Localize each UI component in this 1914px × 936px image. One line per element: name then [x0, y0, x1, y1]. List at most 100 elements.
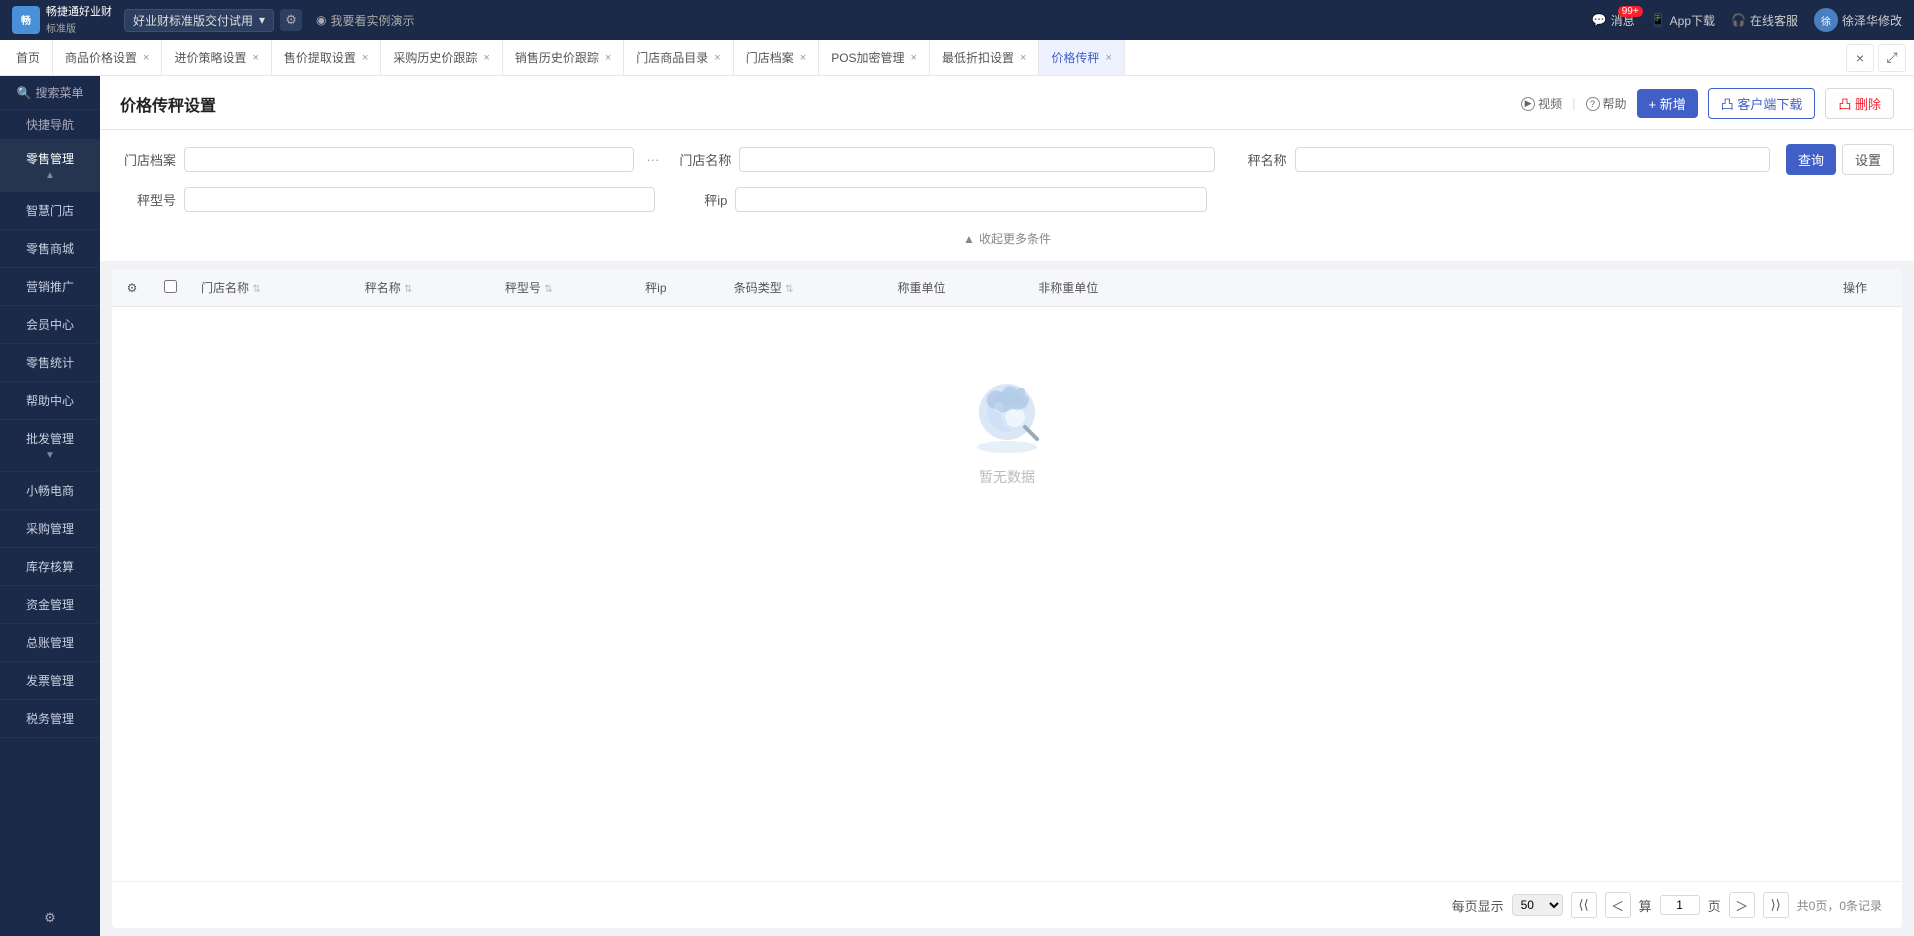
settings-button[interactable]: 设置: [1842, 144, 1894, 175]
scale-name-input[interactable]: [1295, 147, 1770, 172]
tab-store-catalog[interactable]: 门店商品目录 ×: [624, 40, 733, 76]
sidebar-item-purchase[interactable]: 采购管理: [0, 510, 100, 548]
tab-store-catalog-close[interactable]: ×: [714, 52, 720, 64]
tab-price-scale[interactable]: 价格传秤 ×: [1039, 40, 1124, 76]
store-file-label: 门店档案: [120, 150, 176, 169]
sidebar-shortcut[interactable]: 快捷导航: [0, 110, 100, 140]
version-select[interactable]: 好业财标准版交付试用 ▾: [124, 9, 274, 32]
tab-sale-extract[interactable]: 售价提取设置 ×: [272, 40, 381, 76]
tab-pos-management[interactable]: POS加密管理 ×: [819, 40, 930, 76]
store-name-input[interactable]: [739, 147, 1214, 172]
store-name-label: 门店名称: [675, 150, 731, 169]
help-link[interactable]: ? 帮助: [1586, 95, 1627, 112]
th-settings[interactable]: ⚙: [112, 269, 152, 307]
scale-model-input[interactable]: [184, 187, 655, 212]
download-button[interactable]: 凸 客户端下载: [1708, 88, 1816, 119]
online-service-button[interactable]: 🎧 在线客服: [1731, 12, 1798, 29]
search-icon: 🔍: [17, 86, 32, 100]
tab-purchase-strategy[interactable]: 进价策略设置 ×: [162, 40, 271, 76]
sidebar-item-tax[interactable]: 税务管理: [0, 700, 100, 738]
tab-min-discount-close[interactable]: ×: [1020, 52, 1026, 64]
th-operations: 操作: [1808, 269, 1902, 307]
sidebar-item-general-ledger[interactable]: 总账管理: [0, 624, 100, 662]
empty-illustration: [957, 367, 1057, 467]
help-icon: ?: [1586, 97, 1600, 111]
collapse-button[interactable]: ▲ 收起更多条件: [120, 224, 1894, 253]
page-input[interactable]: [1660, 895, 1700, 915]
query-button[interactable]: 查询: [1786, 144, 1836, 175]
th-store-name[interactable]: 门店名称: [189, 269, 353, 307]
sidebar-item-inventory[interactable]: 库存核算: [0, 548, 100, 586]
sidebar-item-smart-store[interactable]: 智慧门店: [0, 192, 100, 230]
tab-price-scale-label: 价格传秤: [1051, 49, 1099, 66]
tab-bar: 首页 商品价格设置 × 进价策略设置 × 售价提取设置 × 采购历史价跟踪 × …: [0, 40, 1914, 76]
user-menu[interactable]: 徐 徐泽华修改: [1814, 8, 1902, 32]
chevron-down-icon: ▼: [45, 450, 55, 461]
tab-price-settings-close[interactable]: ×: [143, 52, 149, 64]
sidebar-item-retail-stats[interactable]: 零售统计: [0, 344, 100, 382]
delete-button[interactable]: 凸 删除: [1825, 88, 1894, 119]
next-page-button[interactable]: ＞: [1729, 892, 1755, 918]
last-page-button[interactable]: ⟩⟩: [1763, 892, 1789, 918]
first-page-button[interactable]: ⟨⟨: [1571, 892, 1597, 918]
sidebar-item-retail-mall[interactable]: 零售商城: [0, 230, 100, 268]
th-barcode-type[interactable]: 条码类型: [722, 269, 886, 307]
tab-price-settings-label: 商品价格设置: [65, 49, 137, 66]
store-file-dots[interactable]: ···: [646, 152, 659, 167]
prev-page-button[interactable]: ＜: [1605, 892, 1631, 918]
table-wrapper: ⚙ 门店名称 秤名称 秤型号 秤: [112, 269, 1902, 881]
sidebar-item-wholesale[interactable]: 批发管理 ▼: [0, 420, 100, 472]
tab-sale-history[interactable]: 销售历史价跟踪 ×: [503, 40, 624, 76]
settings-icon[interactable]: ⚙: [280, 9, 302, 31]
tab-price-scale-close[interactable]: ×: [1105, 52, 1111, 64]
sidebar-gear-button[interactable]: ⚙: [0, 900, 100, 936]
demo-button[interactable]: ◉ 我要看实例演示: [316, 12, 415, 29]
tab-price-settings[interactable]: 商品价格设置 ×: [53, 40, 162, 76]
tab-pos-management-close[interactable]: ×: [911, 52, 917, 64]
tab-expand-button[interactable]: ⤢: [1878, 44, 1906, 72]
video-link[interactable]: ▶ 视频: [1521, 95, 1562, 112]
sidebar-item-ecommerce[interactable]: 小畅电商: [0, 472, 100, 510]
sidebar-wholesale-label: 批发管理: [26, 430, 74, 447]
tab-home[interactable]: 首页: [4, 40, 53, 76]
tab-store-files[interactable]: 门店档案 ×: [734, 40, 819, 76]
tab-sale-history-close[interactable]: ×: [605, 52, 611, 64]
tab-close-button[interactable]: ×: [1846, 44, 1874, 72]
th-scale-name[interactable]: 秤名称: [353, 269, 493, 307]
th-weight-unit: 称重单位: [885, 269, 1026, 307]
sidebar-search[interactable]: 🔍 搜索菜单: [0, 76, 100, 110]
tab-purchase-strategy-close[interactable]: ×: [252, 52, 258, 64]
online-service-label: 在线客服: [1750, 12, 1798, 29]
message-button[interactable]: 💬 消息 99+: [1592, 12, 1635, 29]
sidebar-item-marketing[interactable]: 营销推广: [0, 268, 100, 306]
scale-ip-input[interactable]: [735, 187, 1206, 212]
th-checkbox[interactable]: [152, 269, 189, 307]
per-page-select[interactable]: 50 10 20 100: [1512, 894, 1563, 916]
scale-ip-field: 秤ip: [671, 187, 1206, 212]
sidebar-help-center-label: 帮助中心: [26, 392, 74, 409]
logo-version: 标准版: [46, 20, 112, 35]
tab-sale-history-label: 销售历史价跟踪: [515, 49, 599, 66]
select-all-checkbox[interactable]: [164, 280, 177, 293]
tab-store-files-close[interactable]: ×: [800, 52, 806, 64]
add-button[interactable]: + 新增: [1637, 89, 1698, 118]
sidebar-item-invoice[interactable]: 发票管理: [0, 662, 100, 700]
tab-min-discount[interactable]: 最低折扣设置 ×: [930, 40, 1039, 76]
data-table: ⚙ 门店名称 秤名称 秤型号 秤: [112, 269, 1902, 307]
sidebar-item-help-center[interactable]: 帮助中心: [0, 382, 100, 420]
message-icon: 💬: [1592, 13, 1607, 27]
total-info: 共0页，0条记录: [1797, 897, 1882, 914]
page-unit: 页: [1708, 896, 1721, 915]
th-scale-model-label: 秤型号: [505, 281, 541, 295]
app-download-button[interactable]: 📱 App下载: [1651, 12, 1715, 29]
sidebar-item-member-center[interactable]: 会员中心: [0, 306, 100, 344]
th-scale-model[interactable]: 秤型号: [493, 269, 633, 307]
tab-purchase-history[interactable]: 采购历史价跟踪 ×: [381, 40, 502, 76]
scale-ip-label: 秤ip: [671, 190, 727, 209]
store-file-input[interactable]: [184, 147, 634, 172]
tab-sale-extract-close[interactable]: ×: [362, 52, 368, 64]
message-badge: 99+: [1618, 6, 1643, 17]
sidebar-item-retail-management[interactable]: 零售管理 ▲: [0, 140, 100, 192]
sidebar-item-finance[interactable]: 资金管理: [0, 586, 100, 624]
tab-purchase-history-close[interactable]: ×: [483, 52, 489, 64]
